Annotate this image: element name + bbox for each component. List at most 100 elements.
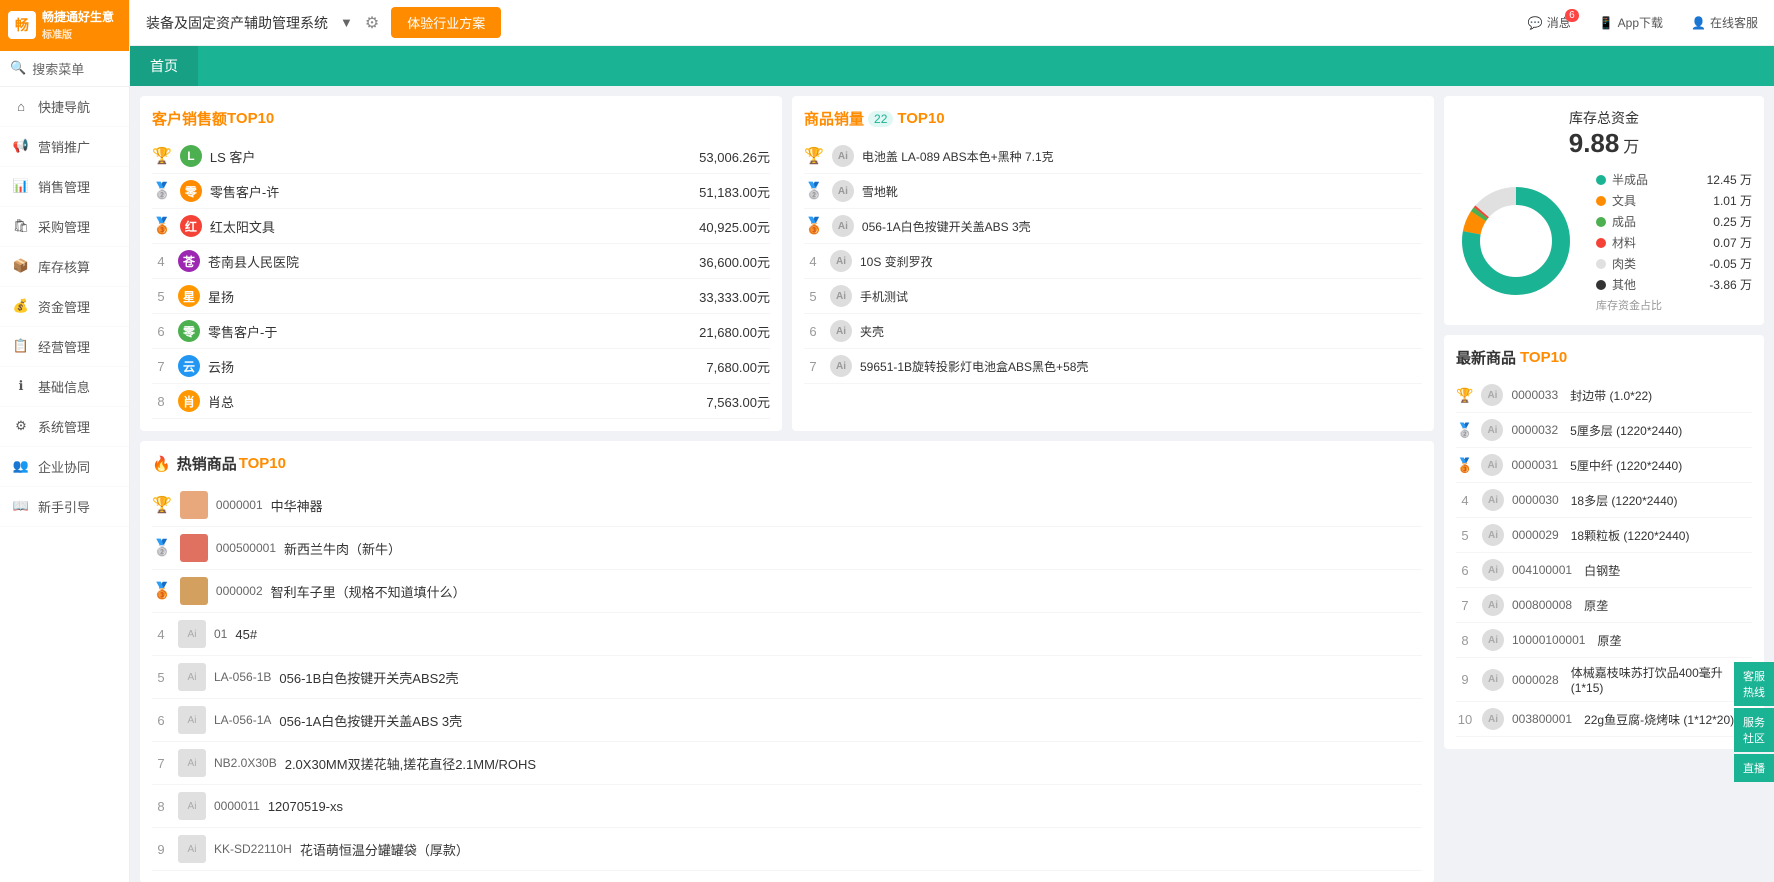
table-row: 6 Ai 夹壳 [804, 314, 1422, 349]
sidebar-item-finance[interactable]: 💰 资金管理 [0, 287, 129, 327]
table-row: 8 Ai 0000011 12070519-xs [152, 785, 1422, 828]
table-row: 🥈 零 零售客户-许 51,183.00元 [152, 174, 770, 209]
sidebar-item-purchase[interactable]: 🛍 采购管理 [0, 207, 129, 247]
logo-badge: 标准版 [42, 26, 114, 41]
sidebar-item-sales[interactable]: 📊 销售管理 [0, 167, 129, 207]
customer-ranking-top10: TOP10 [227, 110, 274, 127]
product-thumb-placeholder: Ai [832, 180, 854, 202]
medal-icon: 🥈 [804, 181, 824, 201]
inventory-unit: 万 [1623, 139, 1639, 156]
rank-name: 云扬 [208, 357, 698, 376]
settings-icon[interactable]: ⚙ [365, 13, 379, 33]
table-row: 🥉 红 红太阳文具 40,925.00元 [152, 209, 770, 244]
product-code: LA-056-1A [214, 713, 271, 727]
table-row: 🥉 Ai 056-1A白色按键开关盖ABS 3壳 [804, 209, 1422, 244]
online-service-button[interactable]: 👤 在线客服 [1691, 14, 1758, 31]
dropdown-icon[interactable]: ▼ [340, 15, 353, 30]
customer-service-button[interactable]: 客服热线 [1734, 662, 1774, 706]
product-info: 手机测试 [860, 288, 1422, 305]
table-row: 🏆 Ai 0000033 封边带 (1.0*22) [1456, 378, 1752, 413]
sidebar-item-inventory[interactable]: 📦 库存核算 [0, 247, 129, 287]
product-thumb-placeholder: Ai [1482, 489, 1504, 511]
table-row: 6 Ai LA-056-1A 056-1A白色按键开关盖ABS 3壳 [152, 699, 1422, 742]
product-thumbnail: Ai [178, 706, 206, 734]
table-row: 7 Ai 59651-1B旋转投影灯电池盒ABS黑色+58壳 [804, 349, 1422, 384]
legend-label: 半成品 [1612, 171, 1648, 188]
product-ranking-badge: 22 [868, 111, 893, 127]
message-icon: 💬 [1528, 16, 1543, 30]
search-menu[interactable]: 🔍 搜索菜单 [0, 51, 129, 87]
rank-num: 7 [1456, 598, 1474, 613]
rank-badge: 肖 [178, 390, 200, 412]
product-thumb-placeholder: Ai [1482, 594, 1504, 616]
sidebar-item-system[interactable]: ⚙ 系统管理 [0, 407, 129, 447]
rank-num: 8 [152, 394, 170, 409]
live-button[interactable]: 直播 [1734, 754, 1774, 782]
legend-value: 0.07 万 [1713, 234, 1752, 251]
product-thumb-placeholder: Ai [1481, 419, 1503, 441]
trial-button[interactable]: 体验行业方案 [391, 7, 501, 38]
product-name: 45# [235, 627, 257, 642]
sidebar-item-guide[interactable]: 📖 新手引导 [0, 487, 129, 527]
legend-label: 肉类 [1612, 255, 1636, 272]
medal-icon: 🥈 [152, 538, 172, 558]
logo: 畅 畅捷通好生意 标准版 [0, 0, 129, 51]
nav-label: 企业协同 [38, 457, 90, 476]
customer-ranking-card: 客户销售额 TOP10 🏆 L LS 客户 53,006.26元 🥈 零 零售客… [140, 96, 782, 431]
sidebar-item-marketing[interactable]: 📢 营销推广 [0, 127, 129, 167]
service-icon: 👤 [1691, 16, 1706, 30]
rank-num: 5 [1456, 528, 1474, 543]
service-community-button[interactable]: 服务社区 [1734, 708, 1774, 752]
legend-item: 文具 1.01 万 [1596, 192, 1752, 209]
bag-icon: 🛍 [12, 217, 30, 235]
product-thumbnail: Ai [178, 835, 206, 863]
rank-name: 零售客户-许 [210, 182, 691, 201]
table-row: 10 Ai 003800001 22g鱼豆腐-烧烤味 (1*12*20) [1456, 702, 1752, 737]
rank-amount: 33,333.00元 [699, 287, 770, 306]
rank-amount: 36,600.00元 [699, 252, 770, 271]
message-button[interactable]: 💬 消息 6 [1528, 14, 1571, 31]
legend-label: 文具 [1612, 192, 1636, 209]
rank-name: LS 客户 [210, 147, 691, 166]
nav-label: 快捷导航 [38, 97, 90, 116]
app-download-button[interactable]: 📱 App下载 [1599, 14, 1663, 31]
product-thumb-placeholder: Ai [1482, 629, 1504, 651]
product-code: 0000001 [216, 498, 263, 512]
legend-dot [1596, 175, 1606, 185]
medal-icon: 🥉 [1456, 457, 1473, 474]
product-name: 2.0X30MM双搓花轴,搓花直径2.1MM/ROHS [285, 754, 536, 773]
product-ranking-card: 商品销量 22 TOP10 🏆 Ai 电池盖 LA-089 ABS本色+黑种 7… [792, 96, 1434, 431]
tab-home[interactable]: 首页 [130, 46, 198, 86]
sidebar-item-cooperation[interactable]: 👥 企业协同 [0, 447, 129, 487]
product-thumbnail: Ai [178, 663, 206, 691]
sidebar-item-basic-info[interactable]: ℹ 基础信息 [0, 367, 129, 407]
product-code: 0000002 [216, 584, 263, 598]
rank-amount: 7,680.00元 [706, 357, 770, 376]
legend-value: 12.45 万 [1707, 171, 1752, 188]
product-info: 10S 变刹罗孜 [860, 253, 1422, 270]
topbar: 装备及固定资产辅助管理系统 ▼ ⚙ 体验行业方案 💬 消息 6 📱 App下载 … [130, 0, 1774, 46]
table-row: 9 Ai 0000028 体械嘉枝味苏打饮品400毫升 (1*15) [1456, 658, 1752, 702]
inventory-amount: 9.88 [1569, 128, 1620, 158]
product-name: 原垄 [1597, 632, 1621, 649]
nav-label: 营销推广 [38, 137, 90, 156]
product-code: NB2.0X30B [214, 756, 277, 770]
rank-num: 6 [1456, 563, 1474, 578]
table-row: 8 肖 肖总 7,563.00元 [152, 384, 770, 419]
team-icon: 👥 [12, 457, 30, 475]
sidebar-item-operations[interactable]: 📋 经营管理 [0, 327, 129, 367]
product-code: 0000028 [1512, 673, 1559, 687]
rank-num: 6 [804, 324, 822, 339]
product-code: 10000100001 [1512, 633, 1585, 647]
product-name: 12070519-xs [268, 799, 343, 814]
sidebar-item-home[interactable]: ⌂ 快捷导航 [0, 87, 129, 127]
box-icon: 📦 [12, 257, 30, 275]
info-icon: ℹ [12, 377, 30, 395]
money-icon: 💰 [12, 297, 30, 315]
legend-dot [1596, 217, 1606, 227]
table-row: 🥉 0000002 智利车子里（规格不知道填什么） [152, 570, 1422, 613]
product-thumbnail: Ai [178, 749, 206, 777]
placeholder-text: Ai [188, 844, 197, 855]
medal-icon: 🥉 [804, 216, 824, 236]
legend-value: 0.25 万 [1713, 213, 1752, 230]
